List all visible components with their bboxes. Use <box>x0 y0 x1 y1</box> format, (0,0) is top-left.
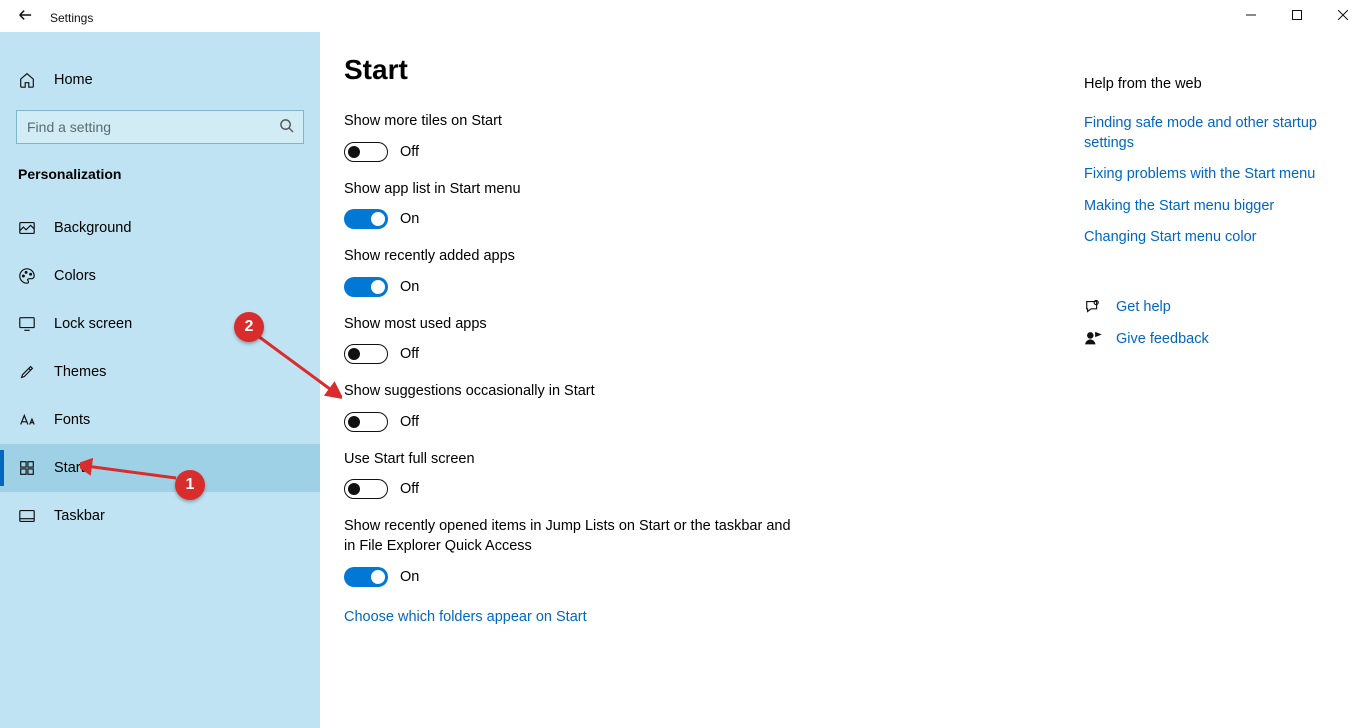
help-link[interactable]: Making the Start menu bigger <box>1084 197 1324 217</box>
sidebar-home[interactable]: Home <box>0 58 320 102</box>
search-icon <box>279 118 294 138</box>
annotation-arrow-1 <box>80 458 180 486</box>
setting-label: Show suggestions occasionally in Start <box>344 382 804 402</box>
start-icon <box>18 459 36 477</box>
sidebar-home-label: Home <box>54 72 93 88</box>
setting-app-list: Show app list in Start menu On <box>344 180 1044 230</box>
page-title: Start <box>344 54 1044 86</box>
setting-label: Show recently added apps <box>344 247 804 267</box>
toggle-full-screen[interactable] <box>344 479 388 499</box>
minimize-button[interactable] <box>1228 0 1274 30</box>
taskbar-icon <box>18 507 36 525</box>
help-link[interactable]: Changing Start menu color <box>1084 228 1324 248</box>
toggle-suggestions[interactable] <box>344 412 388 432</box>
toggle-state: Off <box>400 144 419 160</box>
help-icon <box>1084 298 1102 316</box>
brush-icon <box>18 363 36 381</box>
sidebar-item-taskbar[interactable]: Taskbar <box>0 492 320 540</box>
sidebar-item-label: Colors <box>54 268 96 284</box>
give-feedback-link[interactable]: Give feedback <box>1116 331 1209 347</box>
help-link[interactable]: Finding safe mode and other startup sett… <box>1084 114 1324 153</box>
setting-label: Use Start full screen <box>344 450 804 470</box>
sidebar-item-colors[interactable]: Colors <box>0 252 320 300</box>
toggle-state: On <box>400 569 419 585</box>
sidebar-item-label: Fonts <box>54 412 90 428</box>
toggle-jump-lists[interactable] <box>344 567 388 587</box>
window-title: Settings <box>50 11 93 25</box>
main-panel: Start Show more tiles on Start Off Show … <box>344 54 1044 728</box>
setting-label: Show more tiles on Start <box>344 112 804 132</box>
picture-icon <box>18 219 36 237</box>
choose-folders-link[interactable]: Choose which folders appear on Start <box>344 609 587 625</box>
get-help-link[interactable]: Get help <box>1116 299 1171 315</box>
home-icon <box>18 71 36 89</box>
titlebar: Settings <box>0 0 1366 32</box>
back-icon[interactable] <box>18 8 32 27</box>
help-link[interactable]: Fixing problems with the Start menu <box>1084 165 1324 185</box>
setting-label: Show recently opened items in Jump Lists… <box>344 517 804 556</box>
help-aside: Help from the web Finding safe mode and … <box>1044 54 1366 728</box>
maximize-button[interactable] <box>1274 0 1320 30</box>
annotation-badge-1: 1 <box>175 470 205 500</box>
feedback-icon <box>1084 330 1102 348</box>
setting-suggestions: Show suggestions occasionally in Start O… <box>344 382 1044 432</box>
annotation-badge-2: 2 <box>234 312 264 342</box>
palette-icon <box>18 267 36 285</box>
setting-jump-lists: Show recently opened items in Jump Lists… <box>344 517 1044 586</box>
sidebar-category: Personalization <box>0 166 320 182</box>
toggle-state: Off <box>400 481 419 497</box>
give-feedback-row: Give feedback <box>1084 330 1342 348</box>
setting-full-screen: Use Start full screen Off <box>344 450 1044 500</box>
setting-label: Show app list in Start menu <box>344 180 804 200</box>
close-button[interactable] <box>1320 0 1366 30</box>
setting-label: Show most used apps <box>344 315 804 335</box>
sidebar-item-label: Themes <box>54 364 106 380</box>
toggle-more-tiles[interactable] <box>344 142 388 162</box>
sidebar-item-label: Lock screen <box>54 316 132 332</box>
toggle-state: Off <box>400 346 419 362</box>
sidebar-item-label: Taskbar <box>54 508 105 524</box>
sidebar-item-fonts[interactable]: Fonts <box>0 396 320 444</box>
annotation-arrow-2 <box>252 330 342 400</box>
search-input[interactable] <box>16 110 304 144</box>
toggle-app-list[interactable] <box>344 209 388 229</box>
toggle-most-used[interactable] <box>344 344 388 364</box>
toggle-state: Off <box>400 414 419 430</box>
setting-more-tiles: Show more tiles on Start Off <box>344 112 1044 162</box>
monitor-icon <box>18 315 36 333</box>
toggle-state: On <box>400 279 419 295</box>
sidebar-item-label: Background <box>54 220 131 236</box>
toggle-recently-added[interactable] <box>344 277 388 297</box>
font-icon <box>18 411 36 429</box>
toggle-state: On <box>400 211 419 227</box>
setting-most-used: Show most used apps Off <box>344 315 1044 365</box>
sidebar-item-background[interactable]: Background <box>0 204 320 252</box>
get-help-row: Get help <box>1084 298 1342 316</box>
setting-recently-added: Show recently added apps On <box>344 247 1044 297</box>
aside-title: Help from the web <box>1084 76 1342 92</box>
